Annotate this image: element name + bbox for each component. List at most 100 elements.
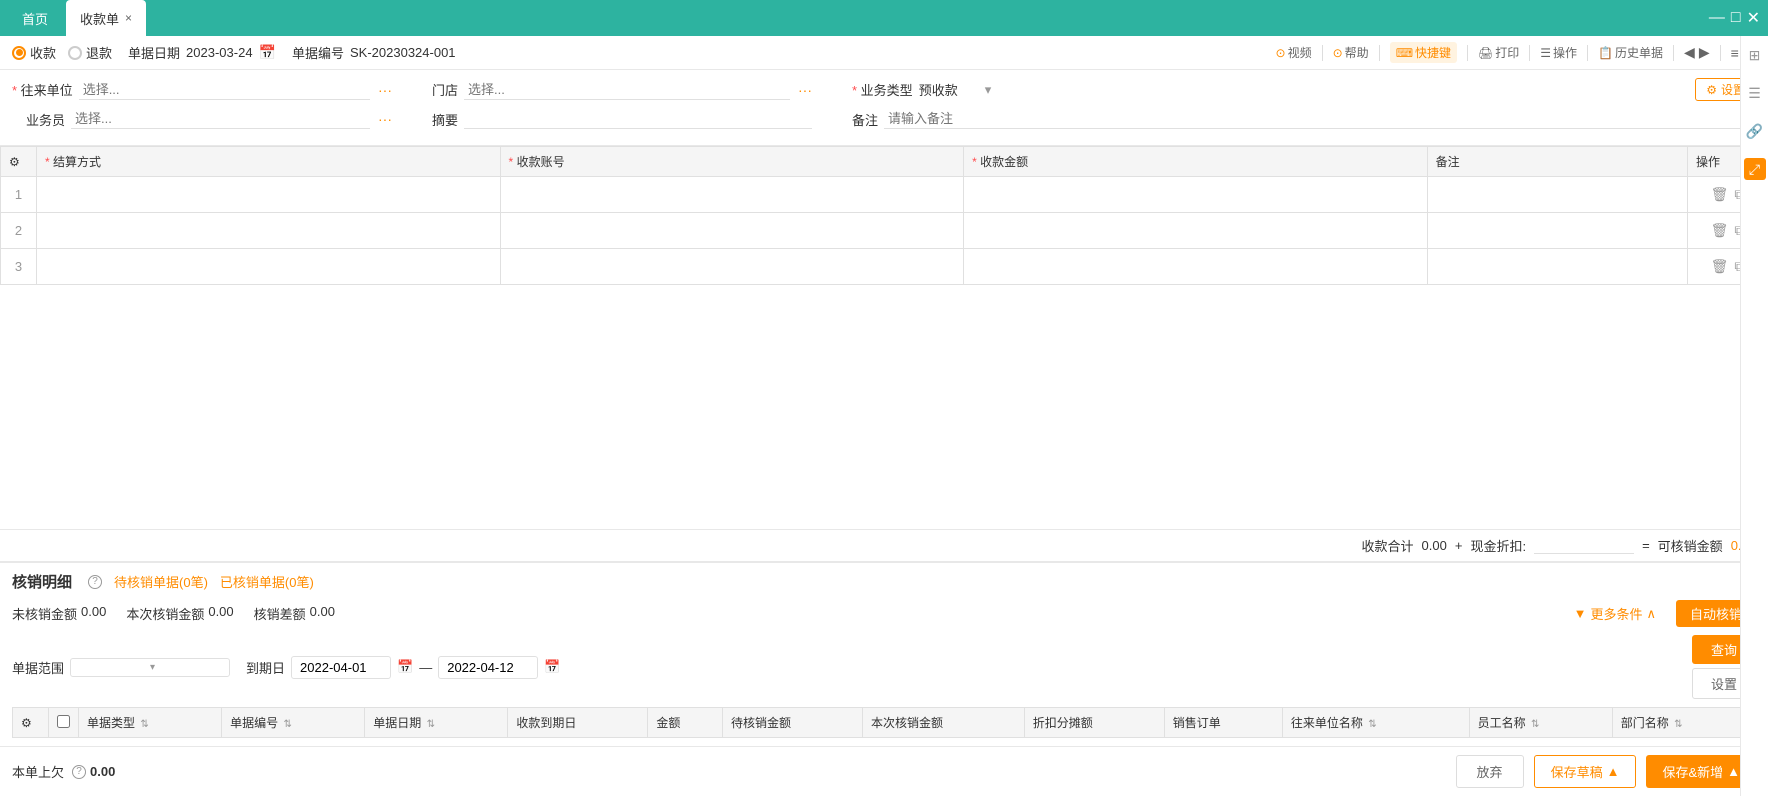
close-window-icon[interactable]: ✕ bbox=[1747, 8, 1760, 28]
store-input[interactable] bbox=[464, 80, 790, 100]
balance-info-icon[interactable]: ? bbox=[72, 765, 86, 779]
select-all-checkbox[interactable] bbox=[57, 715, 70, 728]
bottom-col-amount: 金额 bbox=[648, 708, 723, 738]
delete-row-1-icon[interactable]: 🗑 bbox=[1711, 186, 1729, 203]
maximize-icon[interactable]: □ bbox=[1731, 9, 1741, 27]
abandon-btn[interactable]: 放弃 bbox=[1456, 755, 1524, 788]
pending-tab[interactable]: 待核销单据(0笔) bbox=[114, 572, 208, 591]
diff-stat: 核销差额 0.00 bbox=[254, 604, 335, 623]
due-date-field: 到期日 📅 — 📅 bbox=[246, 656, 560, 679]
cell-account-3[interactable] bbox=[500, 249, 964, 285]
reconcile-section: 核销明细 ? 待核销单据(0笔) 已核销单据(0笔) 未核销金额 0.00 本次… bbox=[0, 562, 1768, 746]
bottom-col-discount: 折扣分摊额 bbox=[1024, 708, 1164, 738]
calendar-to-icon[interactable]: 📅 bbox=[544, 659, 560, 675]
shortcut-btn[interactable]: ⌨ 快捷键 bbox=[1390, 42, 1457, 63]
col-gear[interactable]: ⚙ bbox=[1, 147, 37, 177]
range-arrow-icon: ▾ bbox=[150, 662, 221, 673]
summary-input[interactable] bbox=[464, 109, 812, 129]
form-row-1: 往来单位 ··· 门店 ··· 业务类型 预收款 ▾ ⚙ 设置 bbox=[12, 78, 1756, 101]
bottom-col-gear[interactable]: ⚙ bbox=[13, 708, 49, 738]
sidebar-table-icon[interactable]: ⊞ bbox=[1744, 44, 1766, 66]
bottom-col-employee: 员工名称 ⇅ bbox=[1469, 708, 1612, 738]
done-tab[interactable]: 已核销单据(0笔) bbox=[220, 572, 314, 591]
salesperson-more-btn[interactable]: ··· bbox=[378, 111, 392, 127]
sort-date-icon[interactable]: ⇅ bbox=[427, 719, 435, 730]
discount-label: 现金折扣: bbox=[1470, 536, 1526, 555]
cell-amount-2[interactable] bbox=[964, 213, 1428, 249]
discount-input[interactable] bbox=[1534, 538, 1634, 554]
calendar-icon[interactable]: 📅 bbox=[259, 44, 276, 61]
cell-remark-2[interactable] bbox=[1427, 213, 1687, 249]
sort-employee-icon[interactable]: ⇅ bbox=[1531, 719, 1539, 730]
date-to-input[interactable] bbox=[438, 656, 538, 679]
date-from-input[interactable] bbox=[291, 656, 391, 679]
form-row-2: 业务员 ··· 摘要 备注 bbox=[12, 109, 1756, 129]
video-btn[interactable]: ⊙ 视频 bbox=[1276, 44, 1312, 61]
range-select[interactable]: ▾ bbox=[70, 658, 230, 677]
sidebar-list-icon[interactable]: ☰ bbox=[1744, 82, 1766, 104]
reconcile-stats: 未核销金额 0.00 本次核销金额 0.00 核销差额 0.00 ▼ 更多条件 … bbox=[12, 600, 1756, 627]
list-view-icon[interactable]: ≡ bbox=[1731, 44, 1739, 61]
cell-account-1[interactable] bbox=[500, 177, 964, 213]
cell-amount-3[interactable] bbox=[964, 249, 1428, 285]
right-sidebar: ⊞ ☰ 🔗 ⤢ bbox=[1740, 36, 1768, 796]
store-more-btn[interactable]: ··· bbox=[798, 82, 812, 98]
calendar-from-icon[interactable]: 📅 bbox=[397, 659, 413, 675]
minimize-icon[interactable]: — bbox=[1709, 9, 1725, 27]
cell-remark-3[interactable] bbox=[1427, 249, 1687, 285]
bottom-col-dept: 部门名称 ⇅ bbox=[1612, 708, 1755, 738]
cell-amount-1[interactable] bbox=[964, 177, 1428, 213]
bottom-col-checkbox[interactable] bbox=[49, 708, 79, 738]
tab-receipt[interactable]: 收款单 × bbox=[66, 0, 146, 36]
bottom-table-wrap: ⚙ 单据类型 ⇅ 单据编号 ⇅ 单据日期 bbox=[12, 707, 1756, 738]
nav-arrows: ◀ ▶ bbox=[1684, 44, 1710, 61]
sidebar-expand-icon[interactable]: ⤢ bbox=[1744, 158, 1766, 180]
bottom-col-current-rec: 本次核销金额 bbox=[862, 708, 1024, 738]
prev-arrow[interactable]: ◀ bbox=[1684, 44, 1695, 61]
sort-dept-icon[interactable]: ⇅ bbox=[1674, 719, 1682, 730]
next-arrow[interactable]: ▶ bbox=[1699, 44, 1710, 61]
cell-remark-1[interactable] bbox=[1427, 177, 1687, 213]
delete-row-3-icon[interactable]: 🗑 bbox=[1711, 258, 1729, 275]
counterparty-more-btn[interactable]: ··· bbox=[378, 82, 392, 98]
date-field: 单据日期 2023-03-24 📅 bbox=[128, 43, 276, 62]
radio-tuikuan[interactable]: 退款 bbox=[68, 43, 112, 62]
reconcile-title: 核销明细 bbox=[12, 571, 72, 592]
cell-settlement-1[interactable] bbox=[37, 177, 501, 213]
sort-number-icon[interactable]: ⇅ bbox=[284, 719, 292, 730]
cell-account-2[interactable] bbox=[500, 213, 964, 249]
radio-circle-shoukuan bbox=[12, 46, 26, 60]
tab-home[interactable]: 首页 bbox=[8, 0, 62, 36]
bottom-col-counterparty: 往来单位名称 ⇅ bbox=[1282, 708, 1469, 738]
table-row: 1 🗑 ⧉ bbox=[1, 177, 1768, 213]
receipt-type-radio-group: 收款 退款 bbox=[12, 43, 112, 62]
current-stat: 本次核销金额 0.00 bbox=[126, 604, 233, 623]
radio-circle-tuikuan bbox=[68, 46, 82, 60]
sort-counterparty-icon[interactable]: ⇅ bbox=[1368, 719, 1376, 730]
draft-btn[interactable]: 保存草稿 ▲ bbox=[1534, 755, 1637, 788]
help-btn[interactable]: ⊙ 帮助 bbox=[1333, 44, 1369, 61]
dropdown-arrow[interactable]: ▾ bbox=[985, 82, 992, 98]
receipt-table: ⚙ * 结算方式 * 收款账号 * 收款金额 备注 操作 bbox=[0, 146, 1768, 285]
total-value: 0.00 bbox=[1422, 538, 1447, 553]
print-btn[interactable]: 🖨 打印 bbox=[1478, 44, 1519, 61]
salesperson-input[interactable] bbox=[71, 109, 370, 129]
more-conditions-btn[interactable]: ▼ 更多条件 ∧ bbox=[1574, 604, 1656, 623]
tab-close-icon[interactable]: × bbox=[125, 11, 132, 25]
counterparty-input[interactable] bbox=[79, 80, 370, 100]
table-section: ⚙ * 结算方式 * 收款账号 * 收款金额 备注 操作 bbox=[0, 146, 1768, 530]
sidebar-attachment-icon[interactable]: 🔗 bbox=[1744, 120, 1766, 142]
tab-bar: 首页 收款单 × — □ ✕ bbox=[0, 0, 1768, 36]
window-controls: — □ ✕ bbox=[1709, 8, 1760, 28]
sort-type-icon[interactable]: ⇅ bbox=[140, 719, 148, 730]
cell-settlement-2[interactable] bbox=[37, 213, 501, 249]
draft-arrow-icon: ▲ bbox=[1607, 764, 1620, 779]
business-type-field: 业务类型 预收款 ▾ bbox=[852, 80, 1679, 99]
cell-settlement-3[interactable] bbox=[37, 249, 501, 285]
delete-row-2-icon[interactable]: 🗑 bbox=[1711, 222, 1729, 239]
operations-btn[interactable]: ☰ 操作 bbox=[1540, 44, 1577, 61]
radio-shoukuan[interactable]: 收款 bbox=[12, 43, 56, 62]
remark-input[interactable] bbox=[884, 109, 1756, 129]
history-btn[interactable]: 📋 历史单据 bbox=[1598, 44, 1663, 61]
reconcile-info-icon[interactable]: ? bbox=[88, 575, 102, 589]
